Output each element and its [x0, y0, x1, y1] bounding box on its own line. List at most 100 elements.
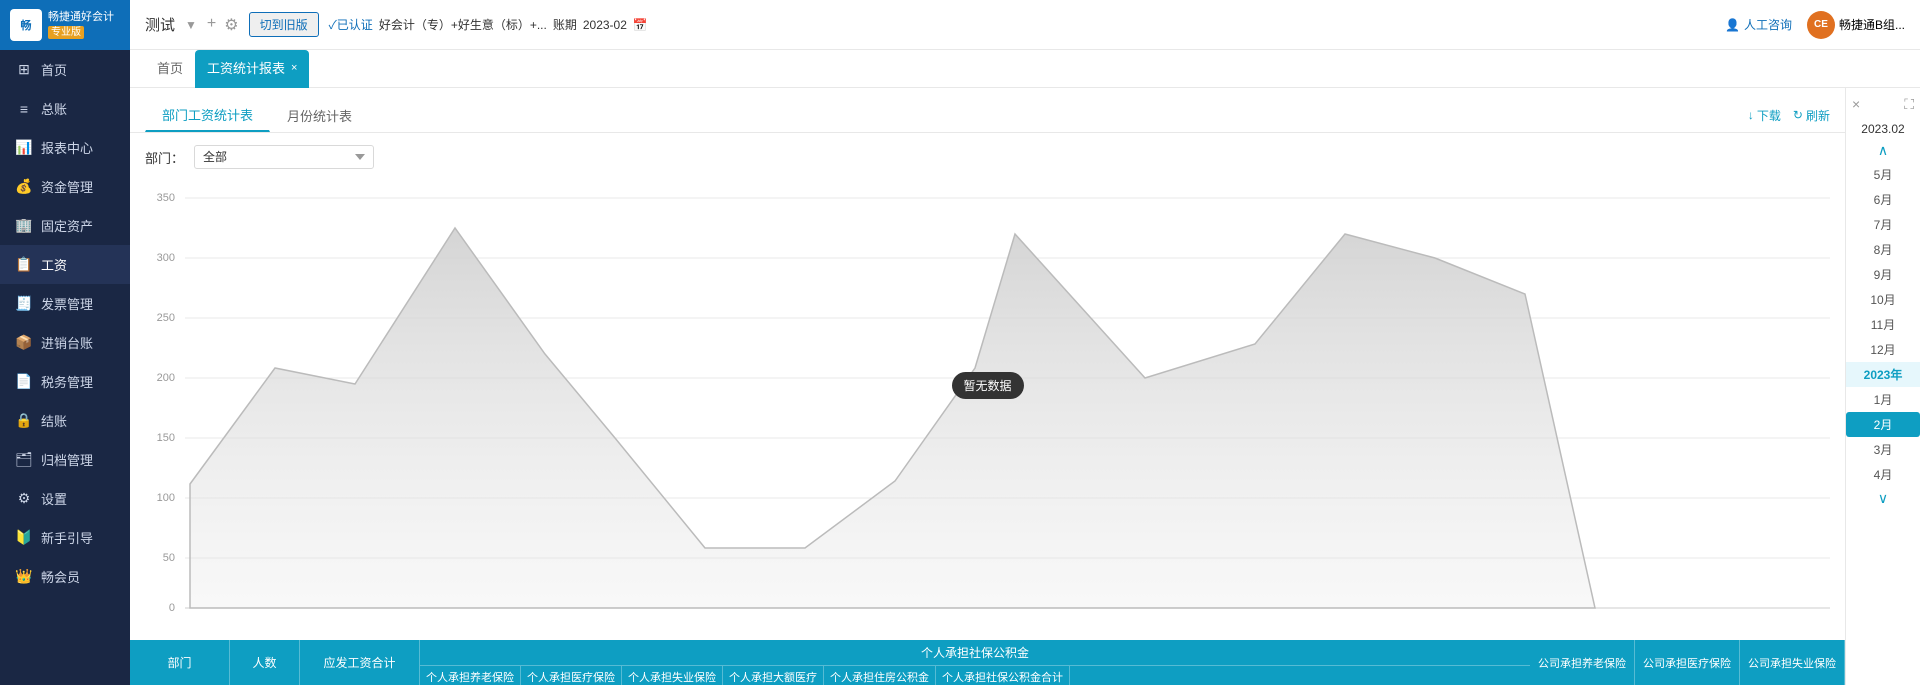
svg-text:150: 150: [157, 432, 175, 444]
date-month-7[interactable]: 7月: [1846, 212, 1920, 237]
user-menu[interactable]: CE 畅捷通B组...: [1807, 11, 1905, 39]
sidebar-item-salary[interactable]: 📋 工资: [0, 245, 130, 284]
switch-old-button[interactable]: 切到旧版: [249, 12, 319, 37]
sidebar: 畅 畅捷通好会计 专业版 ⊞ 首页 ≡ 总账 📊 报表中心 💰 资金管理 🏢 固…: [0, 0, 130, 685]
download-label: 下载: [1757, 107, 1781, 124]
sidebar-label-purchase: 进销台账: [41, 333, 93, 352]
topbar-title: 测试: [145, 14, 175, 35]
sidebar-item-tax[interactable]: 📄 税务管理: [0, 362, 130, 401]
col-company-pension: 公司承担养老保险: [1530, 640, 1635, 685]
sidebar-item-newguide[interactable]: 🔰 新手引导: [0, 518, 130, 557]
sidebar-item-settings[interactable]: ⚙ 设置: [0, 479, 130, 518]
chart-container: 350 300 250 200 150 100 50: [145, 186, 1830, 630]
period-label: 账期: [553, 16, 577, 33]
date-month-2-active[interactable]: 2月: [1846, 412, 1920, 437]
inner-tabs: 部门工资统计表 月份统计表 ↓ 下载 ↻ 刷新: [130, 88, 1845, 133]
archive-icon: 🗂: [15, 451, 33, 469]
date-year-label: 2023.02: [1846, 119, 1920, 139]
date-month-8[interactable]: 8月: [1846, 237, 1920, 262]
sidebar-item-invoice[interactable]: 🧾 发票管理: [0, 284, 130, 323]
col-count: 人数: [230, 640, 300, 685]
user-label: 畅捷通B组...: [1839, 16, 1905, 33]
funds-icon: 💰: [15, 178, 33, 196]
add-icon[interactable]: +: [207, 15, 216, 35]
inner-tab-dept[interactable]: 部门工资统计表: [145, 98, 270, 132]
sidebar-label-member: 畅会员: [41, 567, 80, 586]
chart-tooltip: 暂无数据: [951, 372, 1023, 399]
svg-text:50: 50: [163, 552, 175, 564]
right-date-panel: × ⛶ 2023.02 ∧ 5月 6月 7月 8月 9月 10月 11月 12月…: [1845, 88, 1920, 685]
support-icon: 👤: [1725, 18, 1740, 32]
date-month-12[interactable]: 12月: [1846, 337, 1920, 362]
ledger-icon: ≡: [15, 100, 33, 118]
col-personal-total: 个人承担社保公积金合计: [936, 666, 1070, 685]
tax-icon: 📄: [15, 373, 33, 391]
inner-tab-month-label: 月份统计表: [287, 109, 352, 124]
support-label: 人工咨询: [1744, 16, 1792, 33]
download-button[interactable]: ↓ 下载: [1748, 107, 1781, 124]
certified-status: ✓已认证: [329, 16, 373, 33]
sidebar-item-assets[interactable]: 🏢 固定资产: [0, 206, 130, 245]
sidebar-item-home[interactable]: ⊞ 首页: [0, 50, 130, 89]
sidebar-label-funds: 资金管理: [41, 177, 93, 196]
col-dept: 部门: [130, 640, 230, 685]
date-month-10[interactable]: 10月: [1846, 287, 1920, 312]
chart-area: 350 300 250 200 150 100 50: [130, 181, 1845, 640]
sidebar-label-settings: 设置: [41, 489, 67, 508]
settings-icon: ⚙: [15, 490, 33, 508]
svg-text:250: 250: [157, 312, 175, 324]
calendar-icon[interactable]: 📅: [633, 18, 648, 32]
svg-text:0: 0: [169, 602, 175, 614]
panel-expand-icon[interactable]: ⛶: [1904, 96, 1914, 113]
tab-home-label: 首页: [157, 58, 183, 77]
date-up-button[interactable]: ∧: [1846, 139, 1920, 162]
inner-tab-month[interactable]: 月份统计表: [270, 99, 369, 132]
date-month-4[interactable]: 4月: [1846, 462, 1920, 487]
date-month-9[interactable]: 9月: [1846, 262, 1920, 287]
sidebar-label-close: 结账: [41, 411, 67, 430]
content-area: 部门工资统计表 月份统计表 ↓ 下载 ↻ 刷新: [130, 88, 1920, 685]
period-value: 2023-02: [583, 18, 627, 32]
col-personal-medical: 个人承担医疗保险: [521, 666, 622, 685]
dept-filter-label: 部门：: [145, 148, 184, 167]
svg-text:100: 100: [157, 492, 175, 504]
date-month-6[interactable]: 6月: [1846, 187, 1920, 212]
date-month-5[interactable]: 5月: [1846, 162, 1920, 187]
date-month-3[interactable]: 3月: [1846, 437, 1920, 462]
sidebar-item-member[interactable]: 👑 畅会员: [0, 557, 130, 596]
chart-svg: 350 300 250 200 150 100 50: [145, 186, 1830, 630]
col-company-medical: 公司承担医疗保险: [1635, 640, 1740, 685]
sidebar-label-archive: 归档管理: [41, 450, 93, 469]
sidebar-label-reports: 报表中心: [41, 138, 93, 157]
sidebar-item-funds[interactable]: 💰 资金管理: [0, 167, 130, 206]
sidebar-item-reports[interactable]: 📊 报表中心: [0, 128, 130, 167]
col-total-salary: 应发工资合计: [300, 640, 420, 685]
tab-salary-report[interactable]: 工资统计报表 ×: [195, 50, 309, 88]
inner-tab-dept-label: 部门工资统计表: [162, 108, 253, 123]
tab-home[interactable]: 首页: [145, 50, 195, 88]
sidebar-item-archive[interactable]: 🗂 归档管理: [0, 440, 130, 479]
refresh-button[interactable]: ↻ 刷新: [1793, 107, 1830, 124]
svg-text:200: 200: [157, 372, 175, 384]
sidebar-item-close[interactable]: 🔒 结账: [0, 401, 130, 440]
date-month-1[interactable]: 1月: [1846, 387, 1920, 412]
svg-text:300: 300: [157, 252, 175, 264]
date-down-button[interactable]: ∨: [1846, 487, 1920, 510]
col-group-personal: 个人承担社保公积金 个人承担养老保险 个人承担医疗保险 个人承担失业保险 个人承…: [420, 640, 1530, 685]
dept-filter-select[interactable]: 全部 销售部 技术部 财务部 行政部: [194, 145, 374, 169]
gear-icon[interactable]: ⚙: [224, 15, 238, 35]
sidebar-item-purchase[interactable]: 📦 进销台账: [0, 323, 130, 362]
home-icon: ⊞: [15, 61, 33, 79]
support-button[interactable]: 👤 人工咨询: [1725, 16, 1792, 33]
logo-name: 畅捷通好会计: [48, 10, 114, 24]
main-content: 测试 ▼ + ⚙ 切到旧版 ✓已认证 好会计（专）+好生意（标）+... 账期 …: [130, 0, 1920, 685]
tab-close-icon[interactable]: ×: [291, 62, 297, 74]
col-personal-bigmedical: 个人承担大额医疗: [723, 666, 824, 685]
member-icon: 👑: [15, 568, 33, 586]
sidebar-item-ledger[interactable]: ≡ 总账: [0, 89, 130, 128]
date-month-11[interactable]: 11月: [1846, 312, 1920, 337]
panel-close-button[interactable]: ×: [1852, 96, 1860, 113]
logo-badge: 专业版: [48, 26, 84, 39]
date-year-2023: 2023年: [1846, 362, 1920, 387]
filter-bar: 部门： 全部 销售部 技术部 财务部 行政部: [130, 133, 1845, 181]
